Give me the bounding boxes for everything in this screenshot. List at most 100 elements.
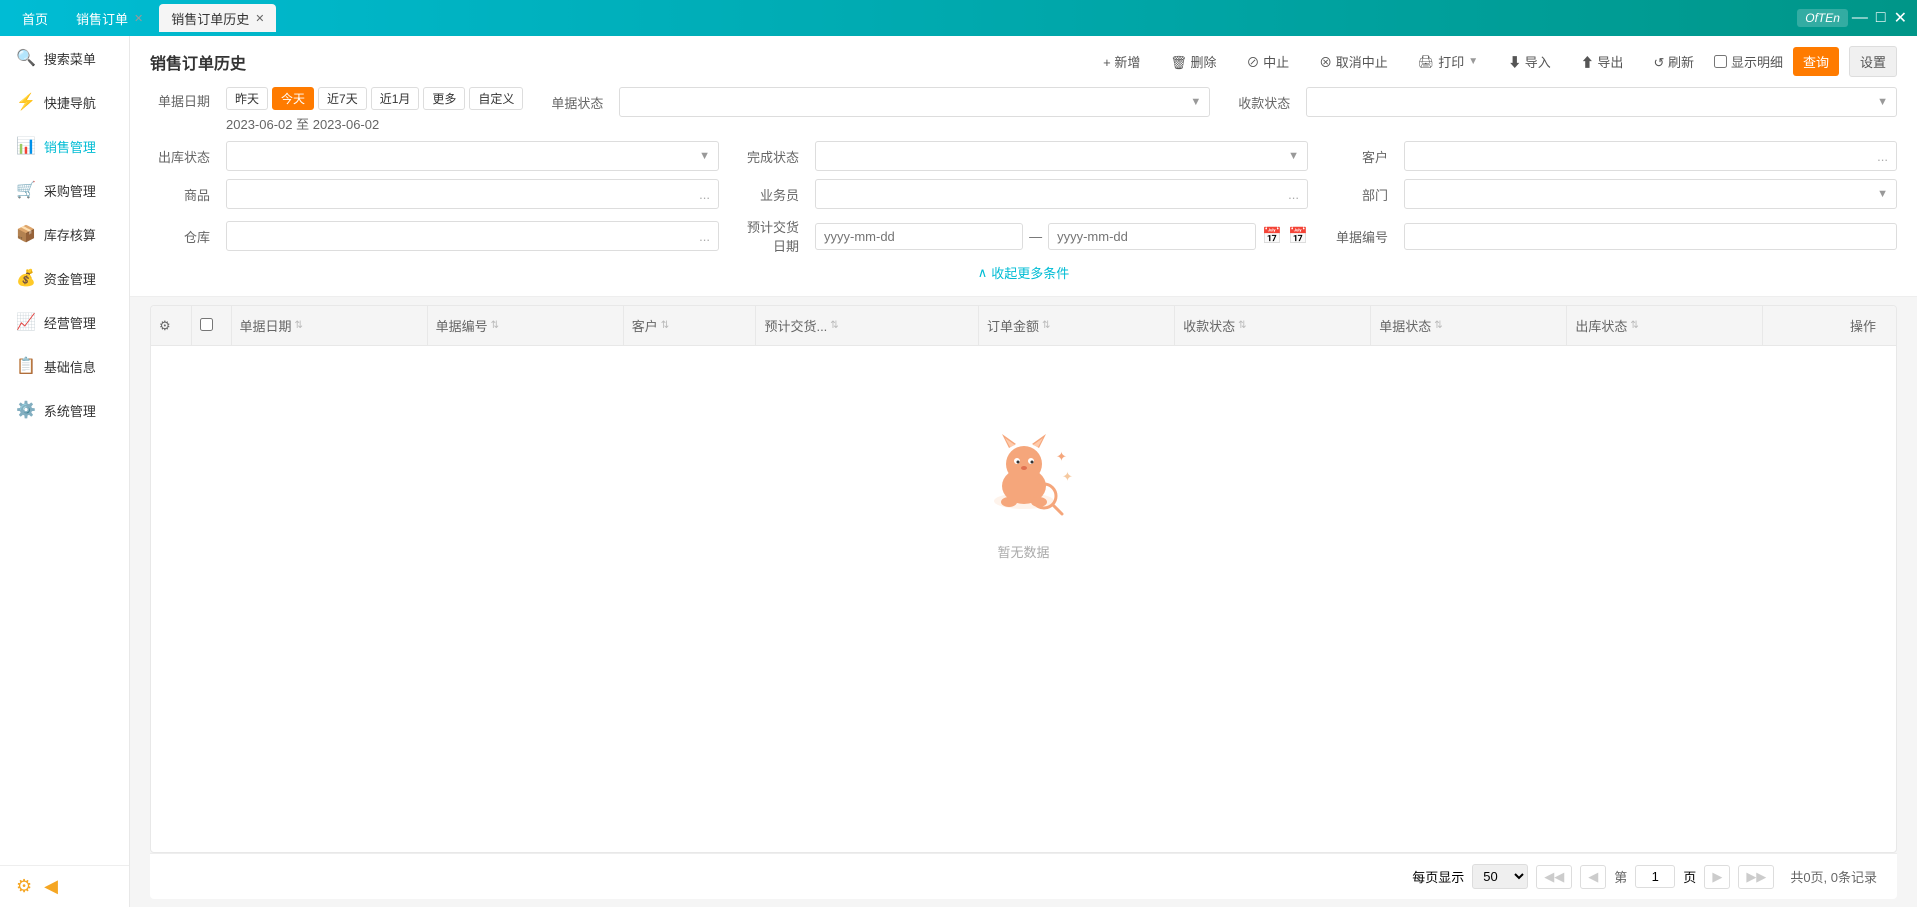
th-number[interactable]: 单据编号 ⇅ — [427, 306, 623, 346]
th-amount[interactable]: 订单金额 ⇅ — [978, 306, 1174, 346]
table-container: ⚙ 单据日期 ⇅ 单据编号 — [150, 305, 1897, 853]
sidebar-collapse-icon[interactable]: ◀ — [44, 876, 58, 897]
calendar-end-icon[interactable]: 📅 — [1288, 226, 1308, 246]
cancel-stop-button[interactable]: ⊗ 取消中止 — [1309, 47, 1398, 76]
th-payment-status[interactable]: 收款状态 ⇅ — [1175, 306, 1371, 346]
date-btn-1month[interactable]: 近1月 — [371, 87, 420, 110]
sidebar-item-sales-mgmt[interactable]: 📊 销售管理 — [0, 124, 129, 168]
page-size-select[interactable]: 50 10 20 100 — [1472, 864, 1528, 889]
filter-row-3: 商品 ... 业务员 ... 部门 — [150, 179, 1897, 209]
sidebar-item-sales-mgmt-label: 销售管理 — [44, 137, 96, 156]
sidebar-item-inventory[interactable]: 📦 库存核算 — [0, 212, 129, 256]
last-page-button[interactable]: ▶▶ — [1738, 865, 1774, 889]
collapse-bar[interactable]: ∧ 收起更多条件 — [150, 259, 1897, 286]
delete-button[interactable]: 🗑 删除 — [1160, 47, 1226, 76]
warehouse-dots[interactable]: ... — [699, 229, 710, 244]
outbound-status-select[interactable]: ▼ — [226, 141, 719, 171]
basic-info-icon: 📋 — [16, 356, 36, 376]
warehouse-select[interactable]: ... — [226, 221, 719, 251]
collapse-icon: ∧ — [978, 265, 988, 281]
th-delivery-date[interactable]: 预计交货... ⇅ — [756, 306, 979, 346]
sidebar-item-purchase-mgmt-label: 采购管理 — [44, 181, 96, 200]
th-checkbox[interactable] — [191, 306, 231, 346]
empty-state-cell: ✦ ✦ 暂无数据 — [151, 346, 1896, 642]
refresh-button[interactable]: ↺ 刷新 — [1643, 47, 1704, 76]
filter-row-4: 仓库 ... 预计交货日期 — 📅 📅 — [150, 217, 1897, 255]
page-title: 销售订单历史 — [150, 50, 246, 74]
import-button[interactable]: ⬇ 导入 — [1498, 47, 1561, 76]
page-label: 页 — [1683, 867, 1696, 886]
print-button[interactable]: 🖨 🖨 打印 打印 ▼ — [1408, 47, 1488, 76]
minimize-button[interactable]: — — [1852, 9, 1868, 27]
order-status-arrow: ▼ — [1190, 96, 1201, 108]
goods-dots[interactable]: ... — [699, 187, 710, 202]
data-table: ⚙ 单据日期 ⇅ 单据编号 — [151, 306, 1896, 641]
select-all-checkbox[interactable] — [200, 318, 213, 331]
sidebar-item-basic-info[interactable]: 📋 基础信息 — [0, 344, 129, 388]
warehouse-label: 仓库 — [150, 227, 220, 246]
svg-text:✦: ✦ — [1062, 469, 1073, 484]
sidebar-bottom: ⚙ ◀ — [0, 865, 129, 907]
sidebar-item-capital-mgmt[interactable]: 💰 资金管理 — [0, 256, 129, 300]
th-date[interactable]: 单据日期 ⇅ — [231, 306, 427, 346]
tab-sales-order[interactable]: 销售订单 ✕ — [64, 4, 155, 32]
page-number-input[interactable] — [1635, 865, 1675, 888]
th-order-status-label: 单据状态 — [1379, 316, 1431, 335]
tab-home[interactable]: 首页 — [10, 4, 60, 32]
filter-row-2: 出库状态 ▼ 完成状态 ▼ 客户 — [150, 141, 1897, 171]
order-number-label: 单据编号 — [1328, 227, 1398, 246]
sidebar-item-quick-nav[interactable]: ⚡ 快捷导航 — [0, 80, 129, 124]
date-btn-7days[interactable]: 近7天 — [318, 87, 367, 110]
settings-icon: ⚙ — [159, 318, 171, 333]
new-button[interactable]: + 新增 — [1093, 47, 1150, 76]
sidebar-item-search-menu[interactable]: 🔍 搜索菜单 — [0, 36, 129, 80]
filter-area: 单据日期 昨天 今天 近7天 近1月 更多 自定义 2023 — [150, 87, 1897, 296]
first-page-button[interactable]: ◀◀ — [1536, 865, 1572, 889]
completion-status-select[interactable]: ▼ — [815, 141, 1308, 171]
empty-icon: ✦ ✦ — [974, 426, 1074, 526]
content-area: 销售订单历史 + 新增 🗑 删除 ⊘ 中止 ⊗ 取消中止 🖨 🖨 打印 打印 ▼… — [130, 36, 1917, 907]
date-btn-custom[interactable]: 自定义 — [469, 87, 523, 110]
expected-delivery-end[interactable] — [1048, 223, 1256, 250]
th-outbound-status[interactable]: 出库状态 ⇅ — [1567, 306, 1763, 346]
date-btn-today[interactable]: 今天 — [272, 87, 314, 110]
filter-row-1: 单据日期 昨天 今天 近7天 近1月 更多 自定义 2023 — [150, 87, 1897, 133]
outbound-status-arrow: ▼ — [699, 150, 710, 162]
customer-dots[interactable]: ... — [1877, 149, 1888, 164]
date-btn-more[interactable]: 更多 — [423, 87, 465, 110]
th-payment-status-sort-icon: ⇅ — [1238, 320, 1246, 331]
maximize-button[interactable]: □ — [1876, 9, 1886, 27]
salesperson-select[interactable]: ... — [815, 179, 1308, 209]
th-settings[interactable]: ⚙ — [151, 306, 191, 346]
stop-button[interactable]: ⊘ 中止 — [1237, 47, 1300, 76]
calendar-start-icon[interactable]: 📅 — [1262, 226, 1282, 246]
often-badge: OfTEn — [1797, 9, 1848, 27]
order-status-select[interactable]: ▼ — [619, 87, 1210, 117]
order-number-input[interactable] — [1404, 223, 1897, 250]
salesperson-dots[interactable]: ... — [1288, 187, 1299, 202]
query-button[interactable]: 查询 — [1793, 47, 1839, 76]
expected-delivery-start[interactable] — [815, 223, 1023, 250]
department-select[interactable]: ▼ — [1404, 179, 1897, 209]
settings-button[interactable]: 设置 — [1849, 46, 1897, 77]
customer-select[interactable]: ... — [1404, 141, 1897, 171]
sidebar-item-sys-mgmt[interactable]: ⚙️ 系统管理 — [0, 388, 129, 432]
goods-select[interactable]: ... — [226, 179, 719, 209]
th-customer[interactable]: 客户 ⇅ — [623, 306, 756, 346]
prev-page-button[interactable]: ◀ — [1580, 865, 1606, 889]
close-button[interactable]: ✕ — [1894, 8, 1907, 28]
sidebar-settings-icon[interactable]: ⚙ — [16, 876, 32, 897]
tab-sales-order-history[interactable]: 销售订单历史 ✕ — [159, 4, 276, 32]
tab-sales-order-history-close[interactable]: ✕ — [255, 12, 264, 25]
display-toggle[interactable]: 显示明细 — [1714, 52, 1783, 71]
next-page-button[interactable]: ▶ — [1704, 865, 1730, 889]
date-btn-yesterday[interactable]: 昨天 — [226, 87, 268, 110]
tab-sales-order-close[interactable]: ✕ — [134, 12, 143, 25]
sidebar-item-purchase-mgmt[interactable]: 🛒 采购管理 — [0, 168, 129, 212]
display-toggle-checkbox[interactable] — [1714, 55, 1727, 68]
payment-status-select[interactable]: ▼ — [1306, 87, 1897, 117]
outbound-status-label: 出库状态 — [150, 147, 220, 166]
sidebar-item-ops-mgmt[interactable]: 📈 经营管理 — [0, 300, 129, 344]
export-button[interactable]: ⬆ 导出 — [1571, 47, 1634, 76]
th-order-status[interactable]: 单据状态 ⇅ — [1371, 306, 1567, 346]
